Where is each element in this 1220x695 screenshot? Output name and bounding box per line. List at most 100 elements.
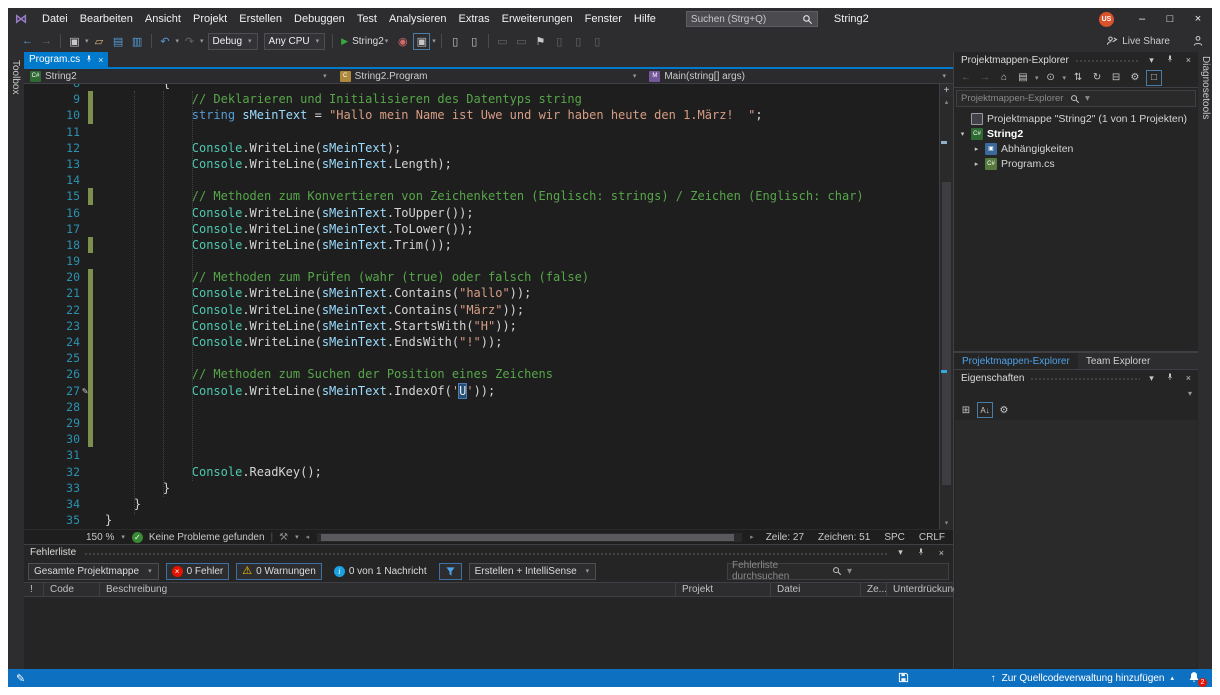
error-list-search-box[interactable]: Fehlerliste durchsuchen ▾ bbox=[727, 560, 949, 582]
column-header-projekt[interactable]: Projekt bbox=[676, 583, 771, 596]
collapse-all-icon[interactable]: ⊟ bbox=[1108, 70, 1124, 86]
code-line-28[interactable]: 28 bbox=[24, 398, 939, 415]
error-list-title-bar[interactable]: Fehlerliste ▾ × bbox=[24, 545, 953, 560]
code-line-13[interactable]: 13 Console.WriteLine(sMeinText.Length); bbox=[24, 156, 939, 172]
save-all-icon[interactable]: ▥ bbox=[129, 33, 146, 50]
column-header-beschreibung[interactable]: Beschreibung bbox=[100, 583, 676, 596]
properties-title-bar[interactable]: Eigenschaften ▾ × bbox=[954, 370, 1198, 386]
live-share-button[interactable]: Live Share bbox=[1106, 35, 1212, 47]
code-line-14[interactable]: 14 bbox=[24, 172, 939, 188]
notifications-button[interactable]: 2 bbox=[1188, 671, 1207, 687]
tab-team-explorer[interactable]: Team Explorer bbox=[1078, 353, 1158, 369]
start-debugging-button[interactable]: ▶ String2 ▾ bbox=[337, 33, 393, 50]
bookmark-clear-icon[interactable]: ▯ bbox=[589, 33, 606, 50]
pin-icon[interactable] bbox=[1163, 373, 1177, 383]
code-line-35[interactable]: 35} bbox=[24, 512, 939, 528]
pin-icon[interactable] bbox=[1163, 55, 1177, 65]
menu-projekt[interactable]: Projekt bbox=[187, 10, 233, 28]
tree-collapsed-icon[interactable]: ▸ bbox=[972, 145, 981, 153]
code-line-17[interactable]: 17 Console.WriteLine(sMeinText.ToLower())… bbox=[24, 221, 939, 237]
code-line-23[interactable]: 23 Console.WriteLine(sMeinText.StartsWith… bbox=[24, 317, 939, 334]
categorized-icon[interactable]: ⊞ bbox=[958, 402, 974, 418]
uncomment-icon[interactable]: ▭ bbox=[513, 33, 530, 50]
code-line-24[interactable]: 24 Console.WriteLine(sMeinText.EndsWith("… bbox=[24, 334, 939, 351]
error-list-body[interactable] bbox=[24, 597, 953, 669]
feedback-icon[interactable] bbox=[1192, 35, 1204, 47]
menu-ansicht[interactable]: Ansicht bbox=[139, 10, 187, 28]
code-editor[interactable]: 8{9// Deklarieren und Initialisieren des… bbox=[24, 84, 953, 529]
new-project-icon[interactable]: ▣ bbox=[66, 33, 83, 50]
code-line-36[interactable]: 36 bbox=[24, 528, 939, 529]
pending-changes-filter-icon[interactable]: ⊙ bbox=[1043, 70, 1059, 86]
solution-explorer-search-box[interactable]: Projektmappen-Explorer durchsuchen (Strg… bbox=[956, 90, 1196, 107]
save-icon[interactable]: ▤ bbox=[110, 33, 127, 50]
minimize-button[interactable]: – bbox=[1128, 8, 1156, 30]
column-header-datei[interactable]: Datei bbox=[771, 583, 861, 596]
code-line-31[interactable]: 31 bbox=[24, 447, 939, 463]
tree-item-string2[interactable]: ▾ C# String2 bbox=[954, 126, 1198, 141]
hscroll-right-icon[interactable]: ▸ bbox=[750, 533, 754, 541]
menu-hilfe[interactable]: Hilfe bbox=[628, 10, 662, 28]
diagnostics-tools-tab[interactable]: Diagnosetools bbox=[1198, 54, 1213, 121]
maximize-button[interactable]: □ bbox=[1156, 8, 1184, 30]
window-position-icon[interactable]: ▾ bbox=[1146, 373, 1157, 384]
window-position-icon[interactable]: ▾ bbox=[895, 547, 906, 558]
property-pages-icon[interactable]: ⚙ bbox=[996, 402, 1012, 418]
hscroll-left-icon[interactable]: ◂ bbox=[306, 533, 310, 541]
close-icon[interactable]: × bbox=[1183, 55, 1194, 65]
comment-icon[interactable]: ▭ bbox=[494, 33, 511, 50]
alphabetical-sort-icon[interactable]: A↓ bbox=[977, 402, 993, 418]
forward-icon[interactable]: → bbox=[977, 70, 993, 86]
solution-explorer-title-bar[interactable]: Projektmappen-Explorer ▾ × bbox=[954, 52, 1198, 68]
code-line-34[interactable]: 34} bbox=[24, 496, 939, 512]
tree-collapsed-icon[interactable]: ▸ bbox=[972, 160, 981, 168]
filter-button[interactable] bbox=[438, 562, 462, 580]
tree-item-abh-ngigkeiten[interactable]: ▸ ▣ Abhängigkeiten bbox=[954, 141, 1198, 156]
bookmark-next-icon[interactable]: ▯ bbox=[570, 33, 587, 50]
home-icon[interactable]: ⌂ bbox=[996, 70, 1012, 86]
scrollbar-thumb[interactable] bbox=[942, 181, 951, 486]
breadcrumb-member-dropdown[interactable]: M Main(string[] args) ▾ bbox=[643, 69, 953, 83]
scroll-down-icon[interactable]: ▾ bbox=[940, 518, 953, 529]
toolbox-tab[interactable]: Toolbox bbox=[8, 58, 23, 96]
show-all-files-icon[interactable]: □ bbox=[1146, 69, 1163, 86]
close-icon[interactable]: × bbox=[936, 548, 947, 558]
tab-solution-explorer[interactable]: Projektmappen-Explorer bbox=[954, 353, 1078, 369]
code-line-21[interactable]: 21 Console.WriteLine(sMeinText.Contains("… bbox=[24, 285, 939, 302]
tree-item-program-cs[interactable]: ▸ C# Program.cs bbox=[954, 156, 1198, 171]
close-icon[interactable]: × bbox=[1183, 373, 1194, 383]
quick-search-box[interactable]: Suchen (Strg+Q) bbox=[685, 11, 818, 27]
splitter-handle-icon[interactable]: + bbox=[940, 84, 953, 97]
messages-filter-button[interactable]: i 0 von 1 Nachricht bbox=[329, 563, 432, 580]
scroll-up-icon[interactable]: ▴ bbox=[940, 97, 953, 108]
sync-with-active-document-icon[interactable]: ⇅ bbox=[1070, 70, 1086, 86]
find-replace-icon[interactable]: ▯ bbox=[466, 33, 483, 50]
errors-filter-button[interactable]: × 0 Fehler bbox=[165, 562, 230, 580]
code-line-19[interactable]: 19 bbox=[24, 253, 939, 269]
close-button[interactable]: × bbox=[1184, 8, 1212, 30]
navigate-forward-icon[interactable]: → bbox=[38, 33, 55, 50]
refresh-icon[interactable]: ↻ bbox=[1089, 70, 1105, 86]
pin-icon[interactable] bbox=[914, 548, 928, 558]
column-header-severity[interactable]: ! bbox=[24, 583, 44, 596]
vertical-scrollbar[interactable]: + ▴ ▾ bbox=[939, 84, 953, 529]
code-line-32[interactable]: 32 Console.ReadKey(); bbox=[24, 464, 939, 480]
zoom-level-dropdown[interactable]: 150 % bbox=[86, 532, 114, 543]
code-line-22[interactable]: 22 Console.WriteLine(sMeinText.Contains("… bbox=[24, 301, 939, 318]
code-line-15[interactable]: 15// Methoden zum Konvertieren von Zeich… bbox=[24, 188, 939, 205]
code-line-10[interactable]: 10 string sMeinText = "Hallo mein Name is… bbox=[24, 107, 939, 124]
code-line-18[interactable]: 18 Console.WriteLine(sMeinText.Trim()); bbox=[24, 236, 939, 254]
code-line-30[interactable]: 30 bbox=[24, 431, 939, 448]
line-ending-indicator[interactable]: CRLF bbox=[919, 532, 945, 543]
menu-extras[interactable]: Extras bbox=[452, 10, 495, 28]
tab-close-icon[interactable]: × bbox=[98, 55, 103, 65]
horizontal-scrollbar[interactable] bbox=[317, 532, 743, 542]
build-intellisense-dropdown[interactable]: Erstellen + IntelliSense ▾ bbox=[468, 562, 597, 580]
code-line-26[interactable]: 26// Methoden zum Suchen der Position ei… bbox=[24, 366, 939, 383]
redo-icon[interactable]: ↷ bbox=[181, 33, 198, 50]
code-cleanup-icon[interactable]: ⚒ bbox=[279, 532, 288, 543]
bookmark-prev-icon[interactable]: ▯ bbox=[551, 33, 568, 50]
code-line-12[interactable]: 12 Console.WriteLine(sMeinText); bbox=[24, 140, 939, 156]
menu-erstellen[interactable]: Erstellen bbox=[233, 10, 288, 28]
bookmark-icon[interactable]: ⚑ bbox=[532, 33, 549, 50]
